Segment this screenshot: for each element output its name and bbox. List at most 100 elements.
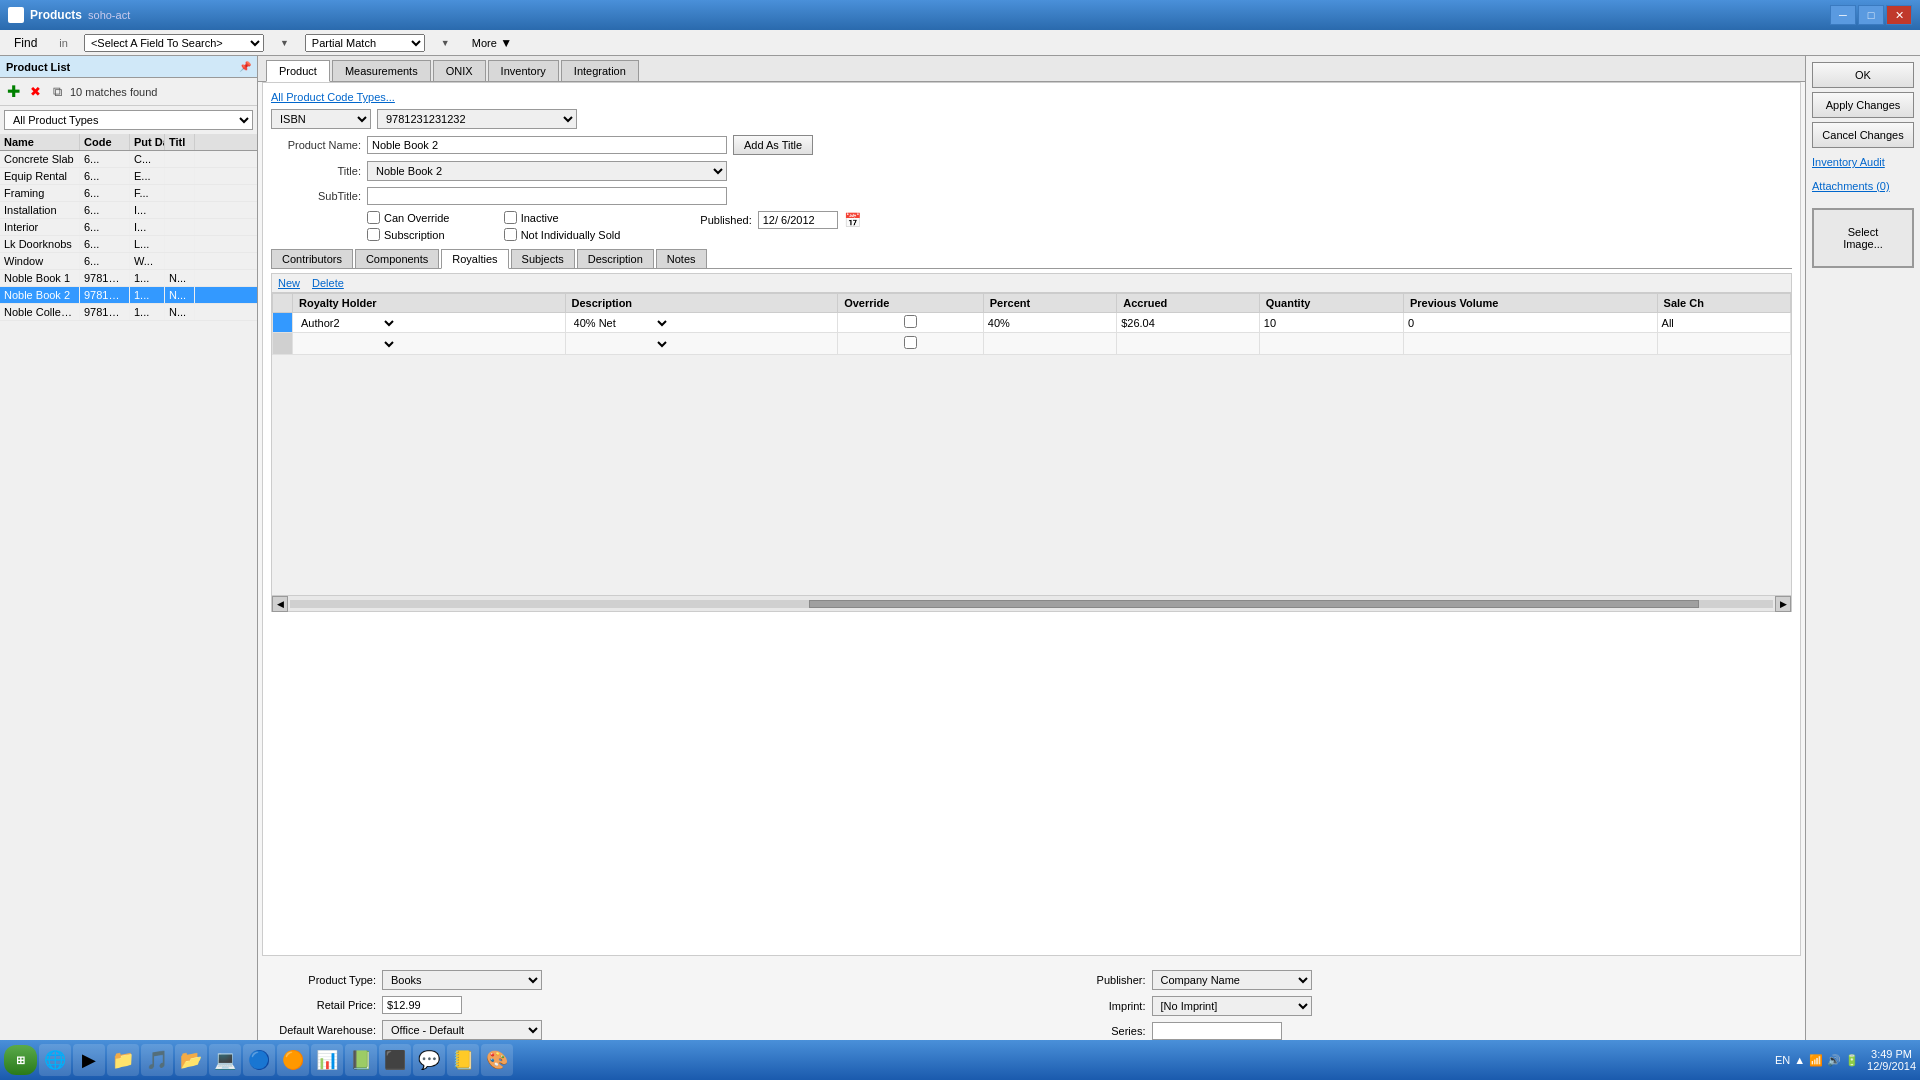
taskbar-icon-app6[interactable]: 🎨	[481, 1044, 513, 1076]
maximize-button[interactable]: □	[1858, 5, 1884, 25]
subscription-checkbox[interactable]	[367, 228, 380, 241]
can-override-checkbox[interactable]	[367, 211, 380, 224]
taskbar-icon-app4[interactable]: ⬛	[379, 1044, 411, 1076]
col-code[interactable]: Code	[80, 134, 130, 150]
tab-measurements[interactable]: Measurements	[332, 60, 431, 81]
empty-holder-select[interactable]	[297, 337, 397, 351]
time-display[interactable]: 3:49 PM 12/9/2014	[1867, 1048, 1916, 1072]
col-name[interactable]: Name	[0, 134, 80, 150]
taskbar-icon-app5[interactable]: 📒	[447, 1044, 479, 1076]
inner-tab-royalties[interactable]: Royalties	[441, 249, 508, 269]
isbn-value-select[interactable]: 9781231231232	[377, 109, 577, 129]
th-override[interactable]: Override	[838, 294, 984, 313]
taskbar-icon-excel[interactable]: 📗	[345, 1044, 377, 1076]
col-put[interactable]: Put Dat	[130, 134, 165, 150]
table-row[interactable]: Noble Collection 1 9781231231233 1... N.…	[0, 304, 257, 321]
inventory-audit-link[interactable]: Inventory Audit	[1812, 156, 1914, 168]
taskbar-icon-skype[interactable]: 💬	[413, 1044, 445, 1076]
inner-tab-subjects[interactable]: Subjects	[511, 249, 575, 268]
delete-product-btn[interactable]: ✖	[26, 83, 44, 101]
series-input[interactable]	[1152, 1022, 1282, 1040]
description-select[interactable]: 40% Net	[570, 316, 670, 330]
table-row[interactable]: Interior 6... I...	[0, 219, 257, 236]
subtitle-input[interactable]	[367, 187, 727, 205]
product-type-select[interactable]: Books	[382, 970, 542, 990]
pin-icon[interactable]: 📌	[239, 61, 251, 72]
taskbar-icon-app3[interactable]: 📊	[311, 1044, 343, 1076]
imprint-select[interactable]: [No Imprint]	[1152, 996, 1312, 1016]
add-as-title-button[interactable]: Add As Title	[733, 135, 813, 155]
h-scrollbar[interactable]: ◀ ▶	[272, 595, 1791, 611]
retail-price-input[interactable]	[382, 996, 462, 1014]
tab-inventory[interactable]: Inventory	[488, 60, 559, 81]
th-sale-ch[interactable]: Sale Ch	[1657, 294, 1790, 313]
table-row[interactable]: Equip Rental 6... E...	[0, 168, 257, 185]
table-row[interactable]: Noble Book 1 9781231231231 1... N...	[0, 270, 257, 287]
th-royalty-holder[interactable]: Royalty Holder	[293, 294, 566, 313]
tab-integration[interactable]: Integration	[561, 60, 639, 81]
override-checkbox[interactable]	[904, 315, 917, 328]
col-titl[interactable]: Titl	[165, 134, 195, 150]
taskbar-icon-app2[interactable]: 🟠	[277, 1044, 309, 1076]
taskbar-icon-folder[interactable]: 📂	[175, 1044, 207, 1076]
inactive-checkbox[interactable]	[504, 211, 517, 224]
taskbar-icon-audio[interactable]: 🎵	[141, 1044, 173, 1076]
inner-tab-notes[interactable]: Notes	[656, 249, 707, 268]
volume-icon[interactable]: 🔊	[1827, 1054, 1841, 1067]
table-row[interactable]: Framing 6... F...	[0, 185, 257, 202]
start-button[interactable]: ⊞	[4, 1045, 37, 1075]
inner-tab-components[interactable]: Components	[355, 249, 439, 268]
taskbar-icon-filezilla[interactable]: 📁	[107, 1044, 139, 1076]
lang-indicator[interactable]: EN	[1775, 1054, 1790, 1066]
table-row[interactable]: Noble Book 2 9781231231232 1... N...	[0, 287, 257, 304]
more-menu[interactable]: More ▼	[466, 34, 518, 52]
taskbar-icon-app1[interactable]: 🔵	[243, 1044, 275, 1076]
inner-tab-contributors[interactable]: Contributors	[271, 249, 353, 268]
scroll-track[interactable]	[290, 600, 1773, 608]
title-dropdown[interactable]: Noble Book 2	[367, 161, 727, 181]
delete-royalty-link[interactable]: Delete	[312, 277, 344, 289]
taskbar-icon-media[interactable]: ▶	[73, 1044, 105, 1076]
menu-find[interactable]: Find	[8, 34, 43, 52]
not-individually-sold-checkbox-item[interactable]: Not Individually Sold	[504, 228, 621, 241]
th-previous-volume[interactable]: Previous Volume	[1403, 294, 1657, 313]
empty-override-cell[interactable]	[838, 333, 984, 355]
calendar-icon[interactable]: 📅	[844, 212, 861, 228]
ok-button[interactable]: OK	[1812, 62, 1914, 88]
subscription-checkbox-item[interactable]: Subscription	[367, 228, 484, 241]
royalty-holder-select[interactable]: Author2	[297, 316, 397, 330]
match-type-select[interactable]: Partial Match	[305, 34, 425, 52]
scroll-left-btn[interactable]: ◀	[272, 596, 288, 612]
th-description[interactable]: Description	[565, 294, 838, 313]
inactive-checkbox-item[interactable]: Inactive	[504, 211, 621, 224]
table-row[interactable]: Concrete Slab 6... C...	[0, 151, 257, 168]
table-row[interactable]: Lk Doorknobs 6... L...	[0, 236, 257, 253]
not-individually-sold-checkbox[interactable]	[504, 228, 517, 241]
minimize-button[interactable]: ─	[1830, 5, 1856, 25]
apply-changes-button[interactable]: Apply Changes	[1812, 92, 1914, 118]
inner-tab-description[interactable]: Description	[577, 249, 654, 268]
select-image-button[interactable]: SelectImage...	[1812, 208, 1914, 268]
can-override-checkbox-item[interactable]: Can Override	[367, 211, 484, 224]
up-arrow-icon[interactable]: ▲	[1794, 1054, 1805, 1066]
override-cell[interactable]	[838, 313, 984, 333]
taskbar-icon-chrome[interactable]: 🌐	[39, 1044, 71, 1076]
close-button[interactable]: ✕	[1886, 5, 1912, 25]
add-product-btn[interactable]: ✚	[4, 83, 22, 101]
published-input[interactable]	[758, 211, 838, 229]
isbn-type-select[interactable]: ISBN	[271, 109, 371, 129]
attachments-link[interactable]: Attachments (0)	[1812, 180, 1914, 192]
product-type-filter[interactable]: All Product Types	[4, 110, 253, 130]
empty-desc-select[interactable]	[570, 337, 670, 351]
th-quantity[interactable]: Quantity	[1259, 294, 1403, 313]
th-percent[interactable]: Percent	[983, 294, 1116, 313]
scroll-thumb[interactable]	[809, 600, 1699, 608]
tab-product[interactable]: Product	[266, 60, 330, 82]
tab-onix[interactable]: ONIX	[433, 60, 486, 81]
copy-product-btn[interactable]: ⧉	[48, 83, 66, 101]
product-name-input[interactable]	[367, 136, 727, 154]
default-warehouse-select[interactable]: Office - Default	[382, 1020, 542, 1040]
all-product-code-types-link[interactable]: All Product Code Types...	[271, 91, 1792, 103]
th-accrued[interactable]: Accrued	[1117, 294, 1260, 313]
cancel-changes-button[interactable]: Cancel Changes	[1812, 122, 1914, 148]
